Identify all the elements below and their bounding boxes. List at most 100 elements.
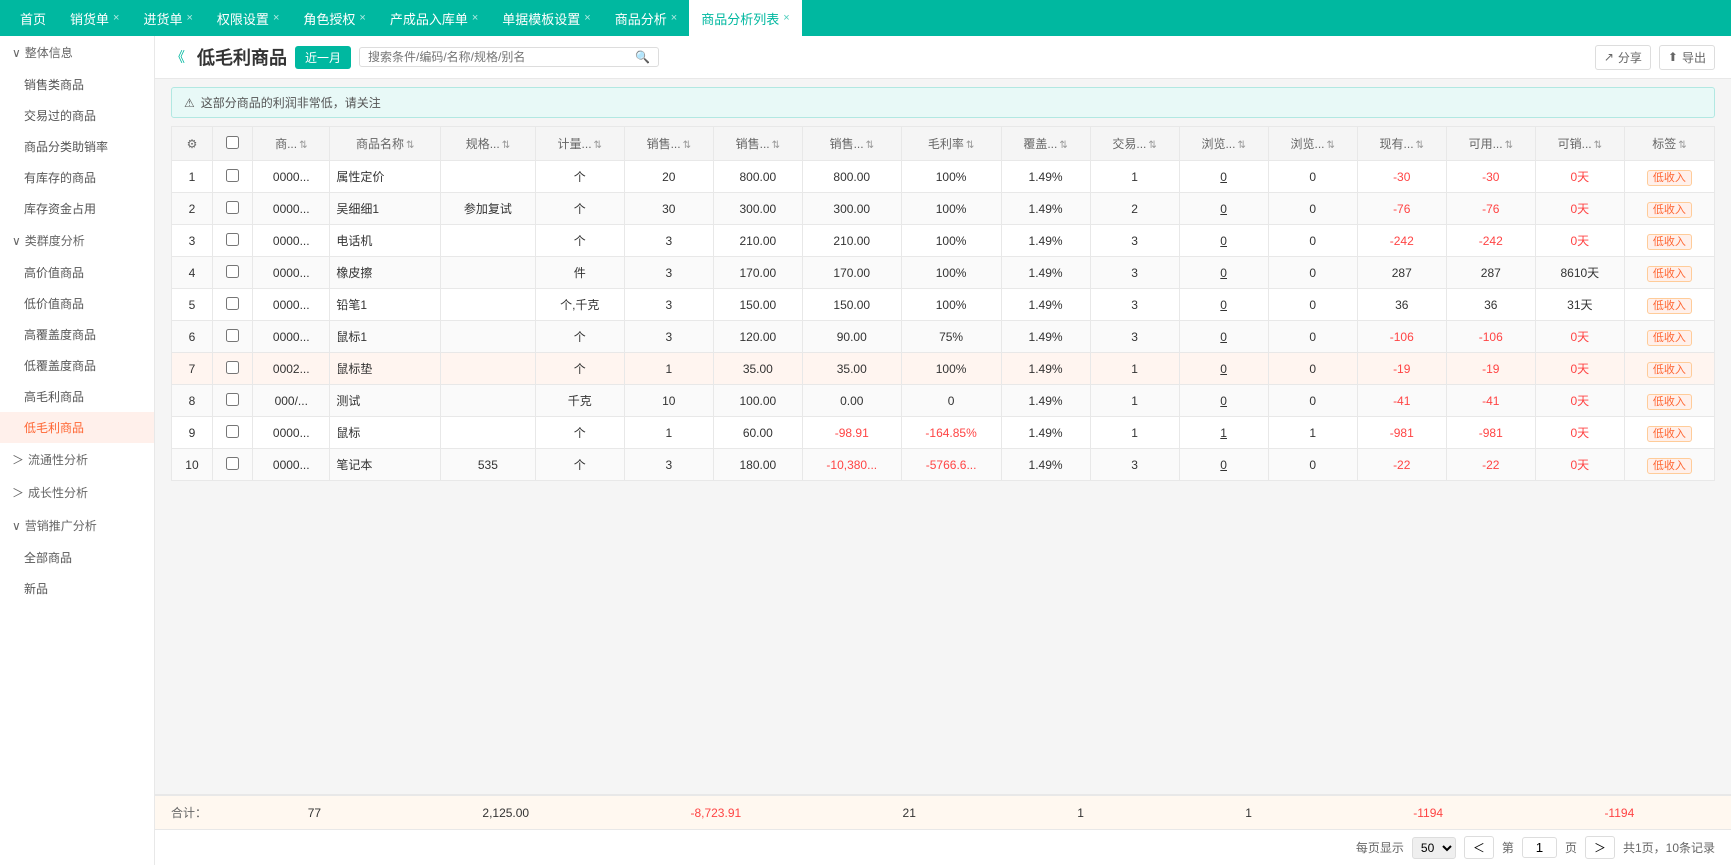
col-views2[interactable]: 浏览...⇅ [1268, 127, 1357, 161]
row-checkbox-cell[interactable] [212, 161, 252, 193]
select-all-checkbox[interactable] [226, 136, 239, 149]
row-checkbox[interactable] [226, 265, 239, 278]
nav-template-settings[interactable]: 单据模板设置 × [490, 0, 602, 36]
nav-sales-order[interactable]: 销货单 × [58, 0, 131, 36]
sidebar-group-overall[interactable]: ∨ 整体信息 [0, 36, 154, 69]
row-checkbox[interactable] [226, 425, 239, 438]
sidebar-group-circulation[interactable]: ＞ 流通性分析 [0, 443, 154, 476]
page-number-input[interactable] [1522, 837, 1557, 858]
col-name[interactable]: 商品名称⇅ [330, 127, 441, 161]
col-views1[interactable]: 浏览...⇅ [1179, 127, 1268, 161]
nav-purchase-order[interactable]: 进货单 × [131, 0, 204, 36]
nav-close-template-settings[interactable]: × [584, 12, 590, 24]
sidebar-item-high-value[interactable]: 高价值商品 [0, 257, 154, 288]
row-checkbox-cell[interactable] [212, 289, 252, 321]
row-checkbox[interactable] [226, 297, 239, 310]
col-sales-price[interactable]: 销售...⇅ [713, 127, 802, 161]
row-checkbox-cell[interactable] [212, 321, 252, 353]
row-sales-price: 120.00 [713, 321, 802, 353]
sidebar-group-cluster[interactable]: ∨ 类群度分析 [0, 224, 154, 257]
row-checkbox[interactable] [226, 233, 239, 246]
col-current-stock[interactable]: 现有...⇅ [1357, 127, 1446, 161]
sidebar-item-high-margin[interactable]: 高毛利商品 [0, 381, 154, 412]
nav-finished-goods[interactable]: 产成品入库单 × [378, 0, 490, 36]
sidebar-item-high-coverage[interactable]: 高覆盖度商品 [0, 319, 154, 350]
row-views1[interactable]: 0 [1179, 385, 1268, 417]
col-settings[interactable]: ⚙ [172, 127, 213, 161]
next-page-button[interactable]: ＞ [1585, 836, 1615, 859]
sidebar-group-marketing[interactable]: ∨ 营销推广分析 [0, 509, 154, 542]
col-unit[interactable]: 计量...⇅ [535, 127, 624, 161]
search-input[interactable] [368, 50, 631, 64]
col-saleable[interactable]: 可销...⇅ [1535, 127, 1624, 161]
col-coverage[interactable]: 覆盖...⇅ [1001, 127, 1090, 161]
row-code: 0000... [253, 225, 330, 257]
sidebar-item-traded-goods[interactable]: 交易过的商品 [0, 100, 154, 131]
nav-close-sales-order[interactable]: × [113, 12, 119, 24]
sidebar-item-new-goods[interactable]: 新品 [0, 573, 154, 604]
row-checkbox[interactable] [226, 201, 239, 214]
search-icon[interactable]: 🔍 [635, 50, 650, 64]
col-available[interactable]: 可用...⇅ [1446, 127, 1535, 161]
row-checkbox-cell[interactable] [212, 225, 252, 257]
date-filter-button[interactable]: 近一月 [295, 46, 351, 69]
sidebar-item-all-goods[interactable]: 全部商品 [0, 542, 154, 573]
row-views1[interactable]: 0 [1179, 225, 1268, 257]
sidebar-item-category-rate[interactable]: 商品分类助销率 [0, 131, 154, 162]
nav-close-product-analysis[interactable]: × [671, 12, 677, 24]
sidebar-item-in-stock[interactable]: 有库存的商品 [0, 162, 154, 193]
row-checkbox[interactable] [226, 361, 239, 374]
row-checkbox-cell[interactable] [212, 193, 252, 225]
row-checkbox-cell[interactable] [212, 353, 252, 385]
nav-close-permission-settings[interactable]: × [273, 12, 279, 24]
col-spec[interactable]: 规格...⇅ [441, 127, 536, 161]
share-button[interactable]: ↗ 分享 [1595, 45, 1651, 70]
row-checkbox[interactable] [226, 329, 239, 342]
row-coverage: 1.49% [1001, 161, 1090, 193]
row-checkbox-cell[interactable] [212, 257, 252, 289]
nav-close-product-analysis-list[interactable]: × [783, 12, 789, 24]
col-transactions[interactable]: 交易...⇅ [1090, 127, 1179, 161]
row-spec [441, 353, 536, 385]
sidebar-group-growth[interactable]: ＞ 成长性分析 [0, 476, 154, 509]
row-views1[interactable]: 0 [1179, 161, 1268, 193]
prev-page-button[interactable]: ＜ [1464, 836, 1494, 859]
nav-product-analysis-list[interactable]: 商品分析列表 × [689, 0, 801, 36]
row-checkbox-cell[interactable] [212, 417, 252, 449]
col-sales-profit[interactable]: 销售...⇅ [802, 127, 901, 161]
col-code[interactable]: 商...⇅ [253, 127, 330, 161]
col-sales-qty[interactable]: 销售...⇅ [624, 127, 713, 161]
sidebar-collapse-btn[interactable]: 《 [171, 47, 185, 67]
sidebar-item-sales-goods[interactable]: 销售类商品 [0, 69, 154, 100]
col-tag[interactable]: 标签⇅ [1624, 127, 1714, 161]
nav-permission-settings[interactable]: 权限设置 × [205, 0, 291, 36]
row-views1[interactable]: 0 [1179, 257, 1268, 289]
row-checkbox[interactable] [226, 393, 239, 406]
sidebar-item-low-coverage[interactable]: 低覆盖度商品 [0, 350, 154, 381]
col-gross-margin[interactable]: 毛利率⇅ [901, 127, 1001, 161]
total-current-stock: -1194 [1413, 806, 1443, 820]
nav-close-purchase-order[interactable]: × [186, 12, 192, 24]
row-checkbox-cell[interactable] [212, 449, 252, 481]
sidebar-item-low-value[interactable]: 低价值商品 [0, 288, 154, 319]
export-button[interactable]: ⬆ 导出 [1659, 45, 1715, 70]
row-views1[interactable]: 0 [1179, 321, 1268, 353]
sidebar-item-low-margin[interactable]: 低毛利商品 [0, 412, 154, 443]
row-checkbox[interactable] [226, 457, 239, 470]
nav-role-auth[interactable]: 角色授权 × [291, 0, 377, 36]
nav-home[interactable]: 首页 [8, 0, 58, 36]
nav-close-finished-goods[interactable]: × [472, 12, 478, 24]
row-checkbox-cell[interactable] [212, 385, 252, 417]
col-checkbox-header[interactable] [212, 127, 252, 161]
nav-product-analysis[interactable]: 商品分析 × [603, 0, 689, 36]
row-views1[interactable]: 0 [1179, 449, 1268, 481]
row-views1[interactable]: 0 [1179, 353, 1268, 385]
row-gross-margin: 0 [901, 385, 1001, 417]
row-views1[interactable]: 1 [1179, 417, 1268, 449]
sidebar-item-stock-capital[interactable]: 库存资金占用 [0, 193, 154, 224]
row-views1[interactable]: 0 [1179, 289, 1268, 321]
page-size-select[interactable]: 50 [1412, 837, 1456, 859]
row-views1[interactable]: 0 [1179, 193, 1268, 225]
nav-close-role-auth[interactable]: × [359, 12, 365, 24]
row-checkbox[interactable] [226, 169, 239, 182]
